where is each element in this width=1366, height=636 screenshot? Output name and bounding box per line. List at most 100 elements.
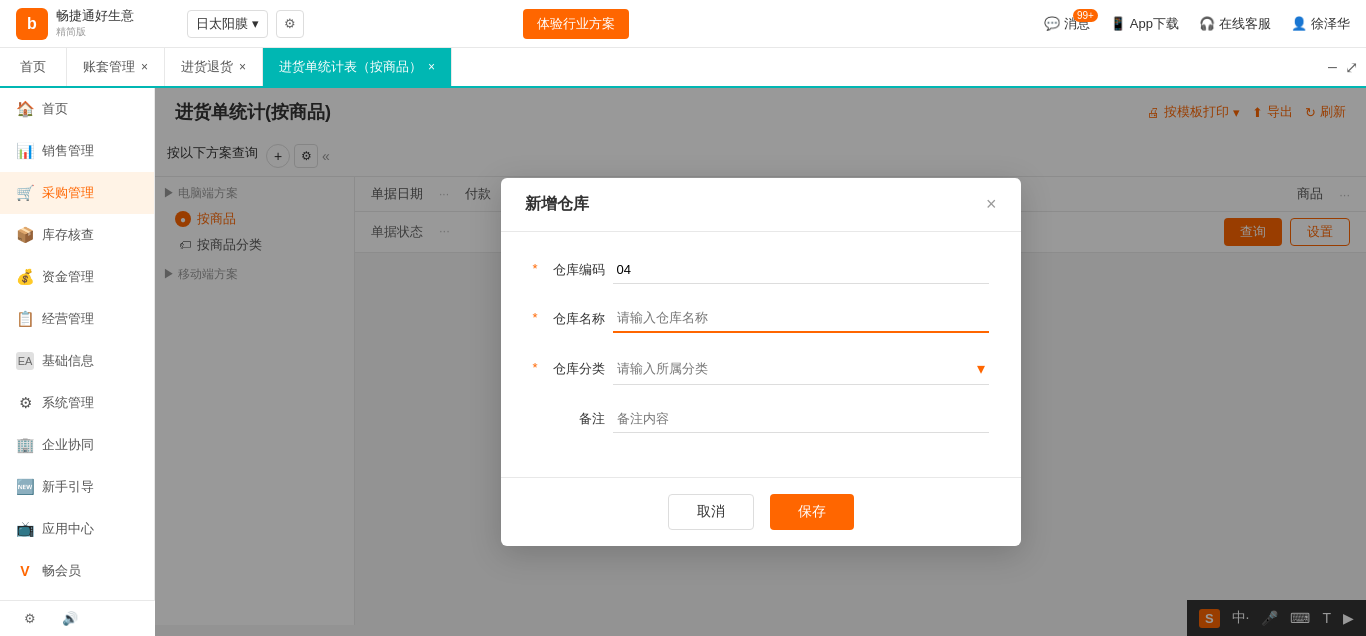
modal-close-button[interactable]: × [986,194,997,215]
app-download-item[interactable]: 📱 App下载 [1110,15,1179,33]
purchase-return-tab-label: 进货退货 [181,58,233,76]
vip-icon: V [16,562,34,580]
logo-text: 畅捷通好生意 [56,8,134,25]
phone-icon: 📱 [1110,16,1126,31]
tab-home[interactable]: 首页 [0,48,67,86]
category-select[interactable]: ▾ [613,353,989,385]
cancel-button[interactable]: 取消 [668,494,754,530]
tab-accounts[interactable]: 账套管理 × [67,48,165,86]
sidebar-label-enterprise: 企业协同 [42,436,94,454]
purchase-return-tab-close[interactable]: × [239,60,246,74]
sidebar-item-system[interactable]: ⚙ 系统管理 [0,382,154,424]
finance-icon: 💰 [16,268,34,286]
sidebar-item-guide[interactable]: 🆕 新手引导 [0,466,154,508]
accounts-tab-label: 账套管理 [83,58,135,76]
form-row-code: 仓库编码 [533,256,989,284]
sidebar-item-enterprise[interactable]: 🏢 企业协同 [0,424,154,466]
sidebar-item-purchase[interactable]: 🛒 采购管理 [0,172,154,214]
user-name: 徐泽华 [1311,15,1350,33]
category-label: 仓库分类 [533,360,613,378]
accounts-tab-close[interactable]: × [141,60,148,74]
speaker-icon[interactable]: 🔊 [56,605,84,633]
tab-purchase-stats[interactable]: 进货单统计表（按商品） × [263,48,452,86]
sidebar-item-sales[interactable]: 📊 销售管理 [0,130,154,172]
apps-icon: 📺 [16,520,34,538]
gear-button[interactable]: ⚙ [276,10,304,38]
logo-area: b 畅捷通好生意 精简版 [16,8,171,40]
category-input[interactable] [617,361,973,376]
messages-item[interactable]: 💬 消息 99+ [1044,15,1090,33]
sidebar-bottom-bar: ⚙ 🔊 [0,600,155,636]
main-layout: 🏠 首页 📊 销售管理 🛒 采购管理 📦 库存核查 💰 资金管理 📋 经营管理 … [0,88,1366,636]
code-label: 仓库编码 [533,261,613,279]
basics-icon: EA [16,352,34,370]
header-search: 日太阳膜 ▾ ⚙ [187,10,507,38]
sidebar-item-basics[interactable]: EA 基础信息 [0,340,154,382]
modal-overlay: 新增仓库 × 仓库编码 仓库名称 仓库分类 [155,88,1366,636]
search-dropdown[interactable]: 日太阳膜 ▾ [187,10,268,38]
app-download-label: App下载 [1130,15,1179,33]
sidebar-item-vip[interactable]: V 畅会员 [0,550,154,592]
form-row-category: 仓库分类 ▾ [533,353,989,385]
modal-new-warehouse: 新增仓库 × 仓库编码 仓库名称 仓库分类 [501,178,1021,546]
sidebar-item-operations[interactable]: 📋 经营管理 [0,298,154,340]
tab-expand-button[interactable]: ⤢ [1345,58,1358,77]
sidebar-item-inventory[interactable]: 📦 库存核查 [0,214,154,256]
sidebar-item-apps[interactable]: 📺 应用中心 [0,508,154,550]
tab-bar-actions: – ⤢ [1320,48,1366,86]
name-input[interactable] [613,304,989,333]
sidebar-label-inventory: 库存核查 [42,226,94,244]
code-input[interactable] [613,256,989,284]
note-input[interactable] [613,405,989,433]
sidebar-label-basics: 基础信息 [42,352,94,370]
sidebar-label-finance: 资金管理 [42,268,94,286]
sidebar-label-apps: 应用中心 [42,520,94,538]
top-header: b 畅捷通好生意 精简版 日太阳膜 ▾ ⚙ 体验行业方案 💬 消息 99+ 📱 … [0,0,1366,48]
modal-title: 新增仓库 [525,194,589,215]
sidebar-label-purchase: 采购管理 [42,184,94,202]
sidebar-label-guide: 新手引导 [42,478,94,496]
sidebar-item-finance[interactable]: 💰 资金管理 [0,256,154,298]
purchase-icon: 🛒 [16,184,34,202]
sidebar-label-sales: 销售管理 [42,142,94,160]
save-button[interactable]: 保存 [770,494,854,530]
operations-icon: 📋 [16,310,34,328]
chevron-down-icon: ▾ [252,16,259,31]
home-icon: 🏠 [16,100,34,118]
content-area: 进货单统计(按商品) 🖨 按模板打印 ▾ ⬆ 导出 ↻ 刷新 按以下方案查询 [155,88,1366,636]
message-badge: 99+ [1073,9,1098,22]
home-tab-label: 首页 [20,58,46,76]
modal-header: 新增仓库 × [501,178,1021,232]
system-icon: ⚙ [16,394,34,412]
tab-bar: 首页 账套管理 × 进货退货 × 进货单统计表（按商品） × – ⤢ [0,48,1366,88]
category-chevron-icon: ▾ [977,359,985,378]
sales-icon: 📊 [16,142,34,160]
name-label: 仓库名称 [533,310,613,328]
form-row-note: 备注 [533,405,989,433]
tab-purchase-return[interactable]: 进货退货 × [165,48,263,86]
form-row-name: 仓库名称 [533,304,989,333]
message-icon: 💬 [1044,16,1060,31]
note-label: 备注 [533,410,613,428]
enterprise-icon: 🏢 [16,436,34,454]
sidebar: 🏠 首页 📊 销售管理 🛒 采购管理 📦 库存核查 💰 资金管理 📋 经营管理 … [0,88,155,636]
settings-bottom-icon[interactable]: ⚙ [16,605,44,633]
sidebar-label-operations: 经营管理 [42,310,94,328]
modal-footer: 取消 保存 [501,477,1021,546]
sidebar-label-system: 系统管理 [42,394,94,412]
sidebar-item-home[interactable]: 🏠 首页 [0,88,154,130]
inventory-icon: 📦 [16,226,34,244]
trial-button[interactable]: 体验行业方案 [523,9,629,39]
search-value: 日太阳膜 [196,15,248,33]
online-service-item[interactable]: 🎧 在线客服 [1199,15,1271,33]
purchase-stats-tab-label: 进货单统计表（按商品） [279,58,422,76]
logo-icon: b [16,8,48,40]
purchase-stats-tab-close[interactable]: × [428,60,435,74]
guide-icon: 🆕 [16,478,34,496]
sidebar-label-vip: 畅会员 [42,562,81,580]
header-right: 💬 消息 99+ 📱 App下载 🎧 在线客服 👤 徐泽华 [1044,15,1350,33]
user-icon: 👤 [1291,16,1307,31]
user-item[interactable]: 👤 徐泽华 [1291,15,1350,33]
tab-minimize-button[interactable]: – [1328,58,1337,76]
sidebar-label-home: 首页 [42,100,68,118]
